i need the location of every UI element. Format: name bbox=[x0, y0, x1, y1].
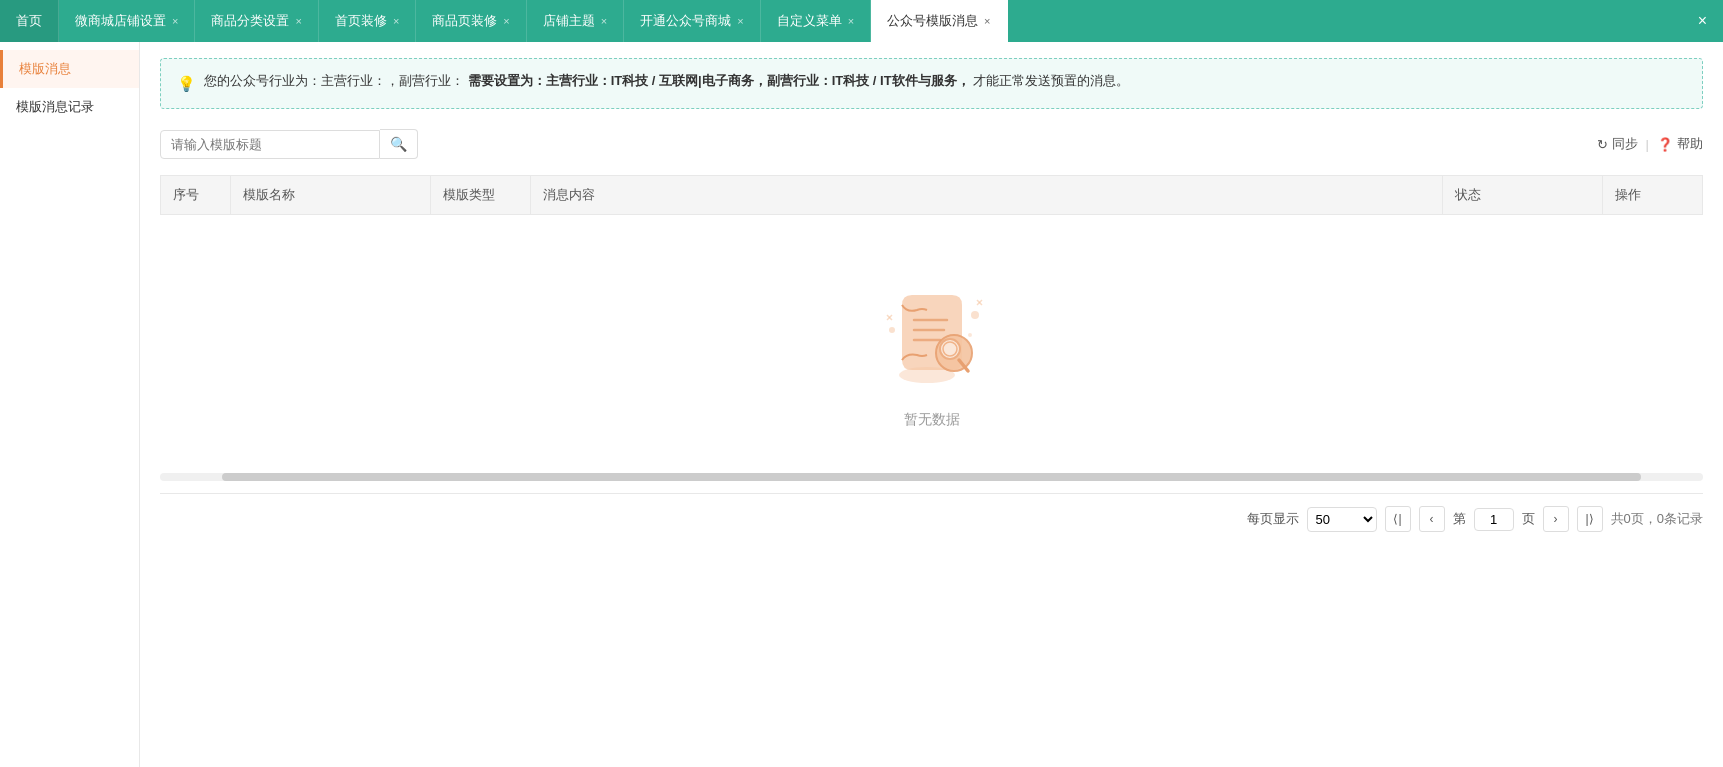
tab-homepage-decor[interactable]: 首页装修 × bbox=[319, 0, 416, 42]
sidebar: 模版消息 模版消息记录 bbox=[0, 42, 140, 767]
top-nav: 首页 微商城店铺设置 × 商品分类设置 × 首页装修 × 商品页装修 × 店铺主… bbox=[0, 0, 1723, 42]
tab-category-settings[interactable]: 商品分类设置 × bbox=[195, 0, 318, 42]
col-name: 模版名称 bbox=[231, 176, 431, 215]
sync-icon: ↻ bbox=[1597, 137, 1608, 152]
sidebar-item-template-msg-record[interactable]: 模版消息记录 bbox=[0, 88, 139, 126]
scrollbar-thumb[interactable] bbox=[222, 473, 1642, 481]
tab-store-settings-label: 微商城店铺设置 bbox=[75, 12, 166, 30]
first-page-button[interactable]: ⟨| bbox=[1385, 506, 1411, 532]
tab-open-wechat-close[interactable]: × bbox=[737, 15, 743, 27]
sync-label: 同步 bbox=[1612, 135, 1638, 153]
sidebar-item-template-msg-record-label: 模版消息记录 bbox=[16, 99, 94, 114]
sidebar-item-template-msg-label: 模版消息 bbox=[19, 61, 71, 76]
help-icon: ❓ bbox=[1657, 137, 1673, 152]
tab-product-decor-close[interactable]: × bbox=[503, 15, 509, 27]
pagination-bar: 每页显示 50 20 100 ⟨| ‹ 第 页 › |⟩ 共0页，0条记录 bbox=[160, 493, 1703, 540]
tab-homepage-decor-close[interactable]: × bbox=[393, 15, 399, 27]
main-layout: 模版消息 模版消息记录 💡 您的公众号行业为：主营行业：，副营行业： 需要设置为… bbox=[0, 42, 1723, 767]
notice-text: 您的公众号行业为：主营行业：，副营行业： 需要设置为：主营行业：IT科技 / 互… bbox=[204, 71, 1129, 92]
tab-product-decor-label: 商品页装修 bbox=[432, 12, 497, 30]
tab-open-wechat-label: 开通公众号商城 bbox=[640, 12, 731, 30]
tab-template-msg-close[interactable]: × bbox=[984, 15, 990, 27]
sidebar-item-template-msg[interactable]: 模版消息 bbox=[0, 50, 139, 88]
help-label: 帮助 bbox=[1677, 135, 1703, 153]
tab-category-settings-close[interactable]: × bbox=[295, 15, 301, 27]
prev-page-button[interactable]: ‹ bbox=[1419, 506, 1445, 532]
empty-row: 暂无数据 bbox=[161, 215, 1703, 470]
empty-icon bbox=[872, 275, 992, 395]
notice-icon: 💡 bbox=[177, 72, 196, 96]
tab-category-settings-label: 商品分类设置 bbox=[211, 12, 289, 30]
tab-store-theme-label: 店铺主题 bbox=[543, 12, 595, 30]
svg-point-9 bbox=[971, 311, 979, 319]
tab-custom-menu-label: 自定义菜单 bbox=[777, 12, 842, 30]
col-type: 模版类型 bbox=[431, 176, 531, 215]
tab-homepage-decor-label: 首页装修 bbox=[335, 12, 387, 30]
svg-point-8 bbox=[889, 327, 895, 333]
close-all-tabs-button[interactable]: × bbox=[1682, 12, 1723, 30]
col-status: 状态 bbox=[1443, 176, 1603, 215]
search-right: ↻ 同步 | ❓ 帮助 bbox=[1597, 135, 1703, 153]
empty-state: 暂无数据 bbox=[161, 215, 1703, 469]
tab-store-theme[interactable]: 店铺主题 × bbox=[527, 0, 624, 42]
page-size-label: 每页显示 bbox=[1247, 510, 1299, 528]
notice-box: 💡 您的公众号行业为：主营行业：，副营行业： 需要设置为：主营行业：IT科技 /… bbox=[160, 58, 1703, 109]
col-action: 操作 bbox=[1603, 176, 1703, 215]
page-size-select[interactable]: 50 20 100 bbox=[1307, 507, 1377, 532]
col-index: 序号 bbox=[161, 176, 231, 215]
data-table: 序号 模版名称 模版类型 消息内容 状态 操作 bbox=[160, 175, 1703, 469]
search-icon: 🔍 bbox=[390, 136, 407, 152]
notice-highlight-text: 需要设置为：主营行业：IT科技 / 互联网|电子商务，副营行业：IT科技 / I… bbox=[468, 73, 970, 88]
tab-template-msg[interactable]: 公众号模版消息 × bbox=[871, 0, 1007, 42]
tab-store-theme-close[interactable]: × bbox=[601, 15, 607, 27]
horizontal-scrollbar[interactable] bbox=[160, 473, 1703, 481]
col-content: 消息内容 bbox=[531, 176, 1443, 215]
table-header-row: 序号 模版名称 模版类型 消息内容 状态 操作 bbox=[161, 176, 1703, 215]
page-label-post: 页 bbox=[1522, 510, 1535, 528]
svg-point-10 bbox=[968, 333, 972, 337]
content-area: 💡 您的公众号行业为：主营行业：，副营行业： 需要设置为：主营行业：IT科技 /… bbox=[140, 42, 1723, 767]
search-left: 🔍 bbox=[160, 129, 418, 159]
tab-open-wechat[interactable]: 开通公众号商城 × bbox=[624, 0, 760, 42]
last-page-button[interactable]: |⟩ bbox=[1577, 506, 1603, 532]
search-button[interactable]: 🔍 bbox=[380, 129, 418, 159]
tab-home[interactable]: 首页 bbox=[0, 0, 59, 42]
search-bar: 🔍 ↻ 同步 | ❓ 帮助 bbox=[160, 129, 1703, 159]
tab-custom-menu[interactable]: 自定义菜单 × bbox=[761, 0, 871, 42]
empty-text: 暂无数据 bbox=[904, 411, 960, 429]
tab-custom-menu-close[interactable]: × bbox=[848, 15, 854, 27]
tab-product-decor[interactable]: 商品页装修 × bbox=[416, 0, 526, 42]
tab-store-settings[interactable]: 微商城店铺设置 × bbox=[59, 0, 195, 42]
divider: | bbox=[1646, 137, 1649, 152]
total-records-text: 共0页，0条记录 bbox=[1611, 510, 1703, 528]
page-label-pre: 第 bbox=[1453, 510, 1466, 528]
search-input[interactable] bbox=[160, 130, 380, 159]
tab-template-msg-label: 公众号模版消息 bbox=[887, 12, 978, 30]
help-button[interactable]: ❓ 帮助 bbox=[1657, 135, 1703, 153]
next-page-button[interactable]: › bbox=[1543, 506, 1569, 532]
tab-home-label: 首页 bbox=[16, 12, 42, 30]
tab-store-settings-close[interactable]: × bbox=[172, 15, 178, 27]
current-page-input[interactable] bbox=[1474, 508, 1514, 531]
sync-button[interactable]: ↻ 同步 bbox=[1597, 135, 1638, 153]
